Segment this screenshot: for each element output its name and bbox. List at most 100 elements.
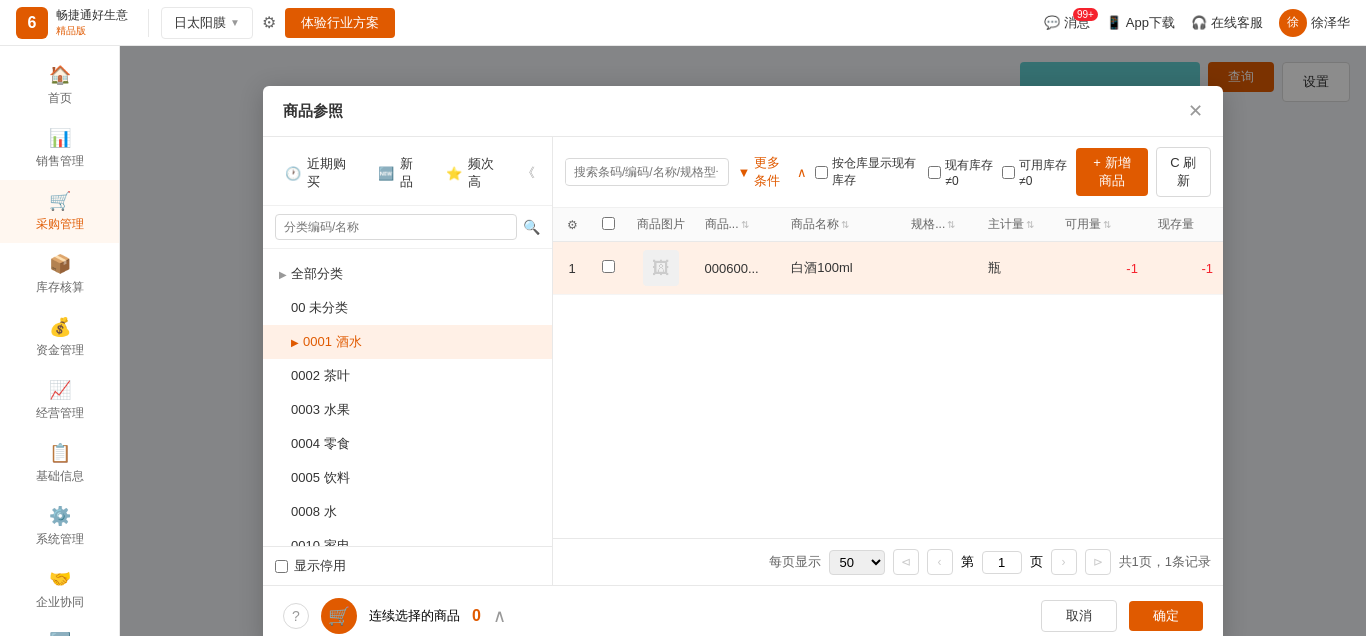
- cell-num: 1: [553, 242, 591, 295]
- existing-stock-checkbox[interactable]: [928, 166, 941, 179]
- refresh-button[interactable]: C 刷新: [1156, 147, 1211, 197]
- cat-arrow-0001: ▶: [291, 337, 299, 348]
- sort-spec[interactable]: 规格... ⇅: [911, 216, 968, 233]
- category-search-icon[interactable]: 🔍: [523, 219, 540, 235]
- settings-table-icon[interactable]: ⚙: [567, 218, 578, 232]
- cat-label-all: 全部分类: [291, 265, 343, 283]
- inventory-icon: 📦: [49, 253, 71, 275]
- sort-avail[interactable]: 可用量 ⇅: [1065, 216, 1138, 233]
- product-code: 000600...: [705, 261, 759, 276]
- continuous-select-label: 连续选择的商品: [369, 607, 460, 625]
- sidebar-item-guide[interactable]: 🆕 新手引导: [0, 621, 119, 636]
- cat-label-0008: 0008 水: [291, 503, 337, 521]
- show-disabled-label[interactable]: 显示停用: [294, 557, 346, 575]
- show-disabled-checkbox[interactable]: [275, 560, 288, 573]
- sort-name[interactable]: 商品名称 ⇅: [791, 216, 891, 233]
- sort-img[interactable]: 商品图片: [637, 216, 685, 233]
- available-stock-checkbox[interactable]: [1002, 166, 1015, 179]
- warehouse-checkbox[interactable]: [815, 166, 828, 179]
- category-item-0008[interactable]: 0008 水: [263, 495, 552, 529]
- category-item-all[interactable]: ▶ 全部分类: [263, 257, 552, 291]
- first-page-btn[interactable]: ⊲: [893, 549, 919, 575]
- sidebar-item-inventory[interactable]: 📦 库存核算: [0, 243, 119, 306]
- col-img-label: 商品图片: [637, 216, 685, 233]
- quick-recent-btn[interactable]: 🕐 近期购买: [275, 149, 368, 197]
- app-download-btn[interactable]: 📱 App下载: [1106, 14, 1175, 32]
- guide-icon: 🆕: [49, 631, 71, 636]
- top-nav: 6 畅捷通好生意 精品版 日太阳膜 ▼ ⚙ 体验行业方案 💬 消息 99+ 📱 …: [0, 0, 1366, 46]
- sidebar-item-purchase[interactable]: 🛒 采购管理: [0, 180, 119, 243]
- category-search-input[interactable]: [275, 214, 517, 240]
- service-btn[interactable]: 🎧 在线客服: [1191, 14, 1263, 32]
- category-item-0003[interactable]: 0003 水果: [263, 393, 552, 427]
- sidebar-item-home[interactable]: 🏠 首页: [0, 54, 119, 117]
- cart-icon[interactable]: 🛒: [321, 598, 357, 634]
- sort-unit[interactable]: 主计量 ⇅: [988, 216, 1045, 233]
- sales-icon: 📊: [49, 127, 71, 149]
- purchase-icon: 🛒: [49, 190, 71, 212]
- col-header-check: [591, 208, 626, 242]
- quick-frequent-btn[interactable]: ⭐ 频次高: [436, 149, 516, 197]
- branch-dropdown[interactable]: 日太阳膜 ▼: [161, 7, 253, 39]
- trial-button[interactable]: 体验行业方案: [285, 8, 395, 38]
- sidebar-item-collab[interactable]: 🤝 企业协同: [0, 558, 119, 621]
- add-product-button[interactable]: + 新增商品: [1076, 148, 1148, 196]
- row-checkbox[interactable]: [602, 260, 615, 273]
- modal-close-icon[interactable]: ✕: [1188, 100, 1203, 122]
- sort-code[interactable]: 商品... ⇅: [705, 216, 772, 233]
- collapse-left-btn[interactable]: 《: [516, 161, 540, 185]
- cancel-button[interactable]: 取消: [1041, 600, 1117, 632]
- cat-arrow-all: ▶: [279, 269, 287, 280]
- page-size-select[interactable]: 50 100 200: [829, 550, 885, 575]
- category-list: ▶ 全部分类 00 未分类 ▶ 0001 酒水 0002 茶: [263, 249, 552, 546]
- sidebar-label-home: 首页: [48, 90, 72, 107]
- existing-stock-checkbox-row[interactable]: 现有库存≠0: [928, 157, 994, 188]
- product-search-input[interactable]: [566, 160, 726, 184]
- sidebar-item-system[interactable]: ⚙️ 系统管理: [0, 495, 119, 558]
- sidebar-item-sales[interactable]: 📊 销售管理: [0, 117, 119, 180]
- page-number-input[interactable]: [982, 551, 1022, 574]
- message-btn[interactable]: 💬 消息 99+: [1044, 14, 1090, 32]
- next-page-btn[interactable]: ›: [1051, 549, 1077, 575]
- sidebar-item-basic[interactable]: 📋 基础信息: [0, 432, 119, 495]
- product-search-btn[interactable]: 🔍: [726, 159, 729, 185]
- available-stock-checkbox-row[interactable]: 可用库存≠0: [1002, 157, 1068, 188]
- select-all-checkbox[interactable]: [602, 217, 615, 230]
- modal-left-panel: 🕐 近期购买 🆕 新品 ⭐ 频次高 《: [263, 137, 553, 585]
- help-icon[interactable]: ?: [283, 603, 309, 629]
- modal-title: 商品参照: [283, 102, 343, 121]
- product-image-placeholder: 🖼: [643, 250, 679, 286]
- category-item-0010[interactable]: 0010 家电: [263, 529, 552, 546]
- category-item-00[interactable]: 00 未分类: [263, 291, 552, 325]
- warehouse-checkbox-row[interactable]: 按仓库显示现有库存: [815, 155, 920, 189]
- category-item-0002[interactable]: 0002 茶叶: [263, 359, 552, 393]
- col-unit-label: 主计量: [988, 216, 1024, 233]
- category-item-0001[interactable]: ▶ 0001 酒水: [263, 325, 552, 359]
- modal-body: 🕐 近期购买 🆕 新品 ⭐ 频次高 《: [263, 137, 1223, 585]
- service-label: 在线客服: [1211, 14, 1263, 32]
- app-label: App下载: [1126, 14, 1175, 32]
- table-row[interactable]: 1 🖼 000600...: [553, 242, 1223, 295]
- more-conditions-btn[interactable]: ▼ 更多条件 ∧: [737, 154, 807, 190]
- settings-icon[interactable]: ⚙: [253, 7, 285, 39]
- branch-label: 日太阳膜: [174, 14, 226, 32]
- user-menu[interactable]: 徐 徐泽华: [1279, 9, 1350, 37]
- available-label: 可用库存≠0: [1019, 157, 1068, 188]
- prev-page-btn[interactable]: ‹: [927, 549, 953, 575]
- cell-code: 000600...: [695, 242, 782, 295]
- sidebar: 🏠 首页 📊 销售管理 🛒 采购管理 📦 库存核算 💰 资金管理 📈 经营管理 …: [0, 46, 120, 636]
- col-name-label: 商品名称: [791, 216, 839, 233]
- cat-label-0002: 0002 茶叶: [291, 367, 350, 385]
- confirm-button[interactable]: 确定: [1129, 601, 1203, 631]
- sidebar-item-business[interactable]: 📈 经营管理: [0, 369, 119, 432]
- last-page-btn[interactable]: ⊳: [1085, 549, 1111, 575]
- footer-collapse-icon[interactable]: ∧: [493, 605, 506, 627]
- sort-stock[interactable]: 现存量: [1158, 216, 1213, 233]
- quick-new-btn[interactable]: 🆕 新品: [368, 149, 436, 197]
- sidebar-item-finance[interactable]: 💰 资金管理: [0, 306, 119, 369]
- col-code-label: 商品...: [705, 216, 739, 233]
- product-unit: 瓶: [988, 260, 1001, 275]
- category-item-0004[interactable]: 0004 零食: [263, 427, 552, 461]
- category-search-row: 🔍: [263, 206, 552, 249]
- category-item-0005[interactable]: 0005 饮料: [263, 461, 552, 495]
